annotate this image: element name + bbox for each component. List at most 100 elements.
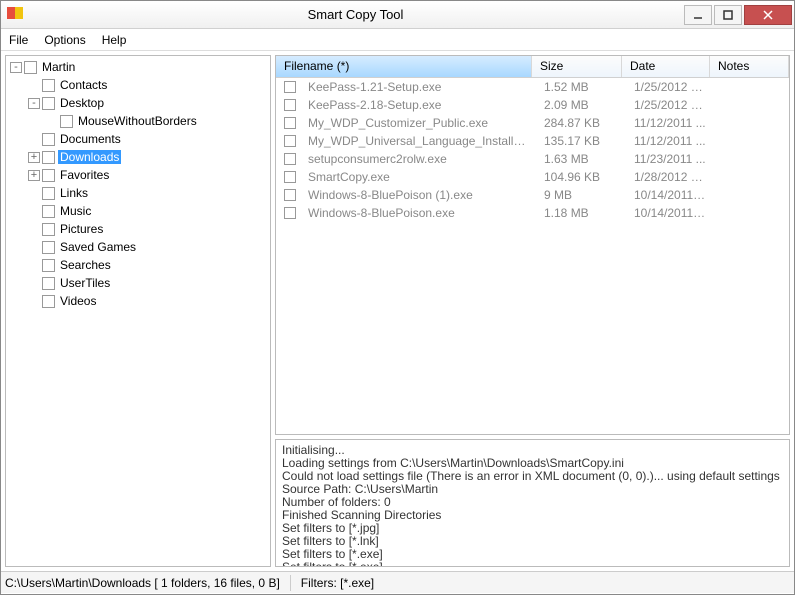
log-line: Set filters to [*.exe] xyxy=(282,561,783,567)
folder-checkbox[interactable] xyxy=(42,169,55,182)
folder-checkbox[interactable] xyxy=(42,97,55,110)
file-row[interactable]: My_WDP_Customizer_Public.exe284.87 KB11/… xyxy=(276,114,789,132)
header-date[interactable]: Date xyxy=(622,56,710,77)
file-date: 11/23/2011 ... xyxy=(626,152,714,166)
file-row[interactable]: Windows-8-BluePoison (1).exe9 MB10/14/20… xyxy=(276,186,789,204)
minimize-button[interactable] xyxy=(684,5,712,25)
file-date: 11/12/2011 ... xyxy=(626,116,714,130)
tree-item-label: Saved Games xyxy=(58,240,138,254)
tree-item-label: Documents xyxy=(58,132,123,146)
file-row[interactable]: My_WDP_Universal_Language_Installer_Publ… xyxy=(276,132,789,150)
file-name: Windows-8-BluePoison (1).exe xyxy=(300,188,536,202)
statusbar: C:\Users\Martin\Downloads [ 1 folders, 1… xyxy=(1,571,794,593)
file-rows[interactable]: KeePass-1.21-Setup.exe1.52 MB1/25/2012 9… xyxy=(276,78,789,434)
folder-checkbox[interactable] xyxy=(24,61,37,74)
file-checkbox[interactable] xyxy=(284,189,296,201)
menu-file[interactable]: File xyxy=(9,33,28,47)
header-size[interactable]: Size xyxy=(532,56,622,77)
expand-placeholder xyxy=(28,296,40,307)
close-button[interactable] xyxy=(744,5,792,25)
folder-checkbox[interactable] xyxy=(42,79,55,92)
file-size: 1.63 MB xyxy=(536,152,626,166)
file-size: 135.17 KB xyxy=(536,134,626,148)
file-row[interactable]: KeePass-1.21-Setup.exe1.52 MB1/25/2012 9… xyxy=(276,78,789,96)
header-filename[interactable]: Filename (*) xyxy=(276,56,532,77)
file-name: SmartCopy.exe xyxy=(300,170,536,184)
file-checkbox[interactable] xyxy=(284,81,296,93)
expand-placeholder xyxy=(46,116,58,127)
header-notes[interactable]: Notes xyxy=(710,56,789,77)
expand-icon[interactable]: + xyxy=(28,152,40,163)
tree-item-label: Videos xyxy=(58,294,98,308)
tree-item[interactable]: -Desktop xyxy=(6,94,270,112)
file-row[interactable]: setupconsumerc2rolw.exe1.63 MB11/23/2011… xyxy=(276,150,789,168)
file-list: Filename (*) Size Date Notes KeePass-1.2… xyxy=(275,55,790,435)
tree-item-label: Pictures xyxy=(58,222,105,236)
file-checkbox[interactable] xyxy=(284,153,296,165)
expand-placeholder xyxy=(28,260,40,271)
titlebar: Smart Copy Tool xyxy=(1,1,794,29)
expand-icon[interactable]: + xyxy=(28,170,40,181)
tree-item[interactable]: Music xyxy=(6,202,270,220)
folder-checkbox[interactable] xyxy=(42,223,55,236)
folder-checkbox[interactable] xyxy=(42,259,55,272)
folder-checkbox[interactable] xyxy=(42,277,55,290)
tree-item[interactable]: + Downloads xyxy=(6,148,270,166)
file-checkbox[interactable] xyxy=(284,171,296,183)
file-row[interactable]: Windows-8-BluePoison.exe1.18 MB10/14/201… xyxy=(276,204,789,222)
tree-item-label: Music xyxy=(58,204,93,218)
tree-item[interactable]: + Favorites xyxy=(6,166,270,184)
file-size: 104.96 KB xyxy=(536,170,626,184)
file-name: My_WDP_Customizer_Public.exe xyxy=(300,116,536,130)
folder-checkbox[interactable] xyxy=(42,295,55,308)
tree-item-label: Links xyxy=(58,186,90,200)
tree-item[interactable]: Saved Games xyxy=(6,238,270,256)
file-checkbox[interactable] xyxy=(284,135,296,147)
window-title: Smart Copy Tool xyxy=(27,7,684,22)
tree-item[interactable]: Searches xyxy=(6,256,270,274)
collapse-icon[interactable]: - xyxy=(28,98,40,109)
file-date: 10/14/2011 ... xyxy=(626,206,714,220)
folder-checkbox[interactable] xyxy=(42,205,55,218)
folder-checkbox[interactable] xyxy=(42,133,55,146)
file-name: KeePass-2.18-Setup.exe xyxy=(300,98,536,112)
tree-item[interactable]: -Martin xyxy=(6,58,270,76)
file-checkbox[interactable] xyxy=(284,99,296,111)
tree-item[interactable]: MouseWithoutBorders xyxy=(6,112,270,130)
tree-item-label: Searches xyxy=(58,258,113,272)
folder-checkbox[interactable] xyxy=(42,241,55,254)
menu-help[interactable]: Help xyxy=(102,33,127,47)
tree-item-label: Favorites xyxy=(58,168,111,182)
tree-item[interactable]: Links xyxy=(6,184,270,202)
tree-item-label: Downloads xyxy=(58,150,121,164)
tree-item[interactable]: Videos xyxy=(6,292,270,310)
file-name: Windows-8-BluePoison.exe xyxy=(300,206,536,220)
file-row[interactable]: SmartCopy.exe104.96 KB1/28/2012 1... xyxy=(276,168,789,186)
file-name: My_WDP_Universal_Language_Installer_Publ… xyxy=(300,134,536,148)
menu-options[interactable]: Options xyxy=(44,33,85,47)
column-headers: Filename (*) Size Date Notes xyxy=(276,56,789,78)
tree-item[interactable]: UserTiles xyxy=(6,274,270,292)
status-filters-value: [*.exe] xyxy=(340,576,374,590)
folder-checkbox[interactable] xyxy=(60,115,73,128)
folder-tree[interactable]: -Martin Contacts -DesktopMouseWithoutBorde… xyxy=(5,55,271,567)
tree-item-label: Contacts xyxy=(58,78,109,92)
file-checkbox[interactable] xyxy=(284,117,296,129)
maximize-button[interactable] xyxy=(714,5,742,25)
expand-placeholder xyxy=(28,206,40,217)
tree-item[interactable]: Contacts xyxy=(6,76,270,94)
folder-checkbox[interactable] xyxy=(42,187,55,200)
app-icon xyxy=(7,7,27,23)
tree-item[interactable]: Pictures xyxy=(6,220,270,238)
file-row[interactable]: KeePass-2.18-Setup.exe2.09 MB1/25/2012 1… xyxy=(276,96,789,114)
tree-item[interactable]: Documents xyxy=(6,130,270,148)
expand-placeholder xyxy=(28,188,40,199)
log-panel[interactable]: Initialising...Loading settings from C:\… xyxy=(275,439,790,567)
folder-checkbox[interactable] xyxy=(42,151,55,164)
file-checkbox[interactable] xyxy=(284,207,296,219)
expand-placeholder xyxy=(28,278,40,289)
collapse-icon[interactable]: - xyxy=(10,62,22,73)
file-size: 2.09 MB xyxy=(536,98,626,112)
status-filters-label: Filters: xyxy=(301,576,337,590)
file-date: 1/25/2012 9:... xyxy=(626,80,714,94)
